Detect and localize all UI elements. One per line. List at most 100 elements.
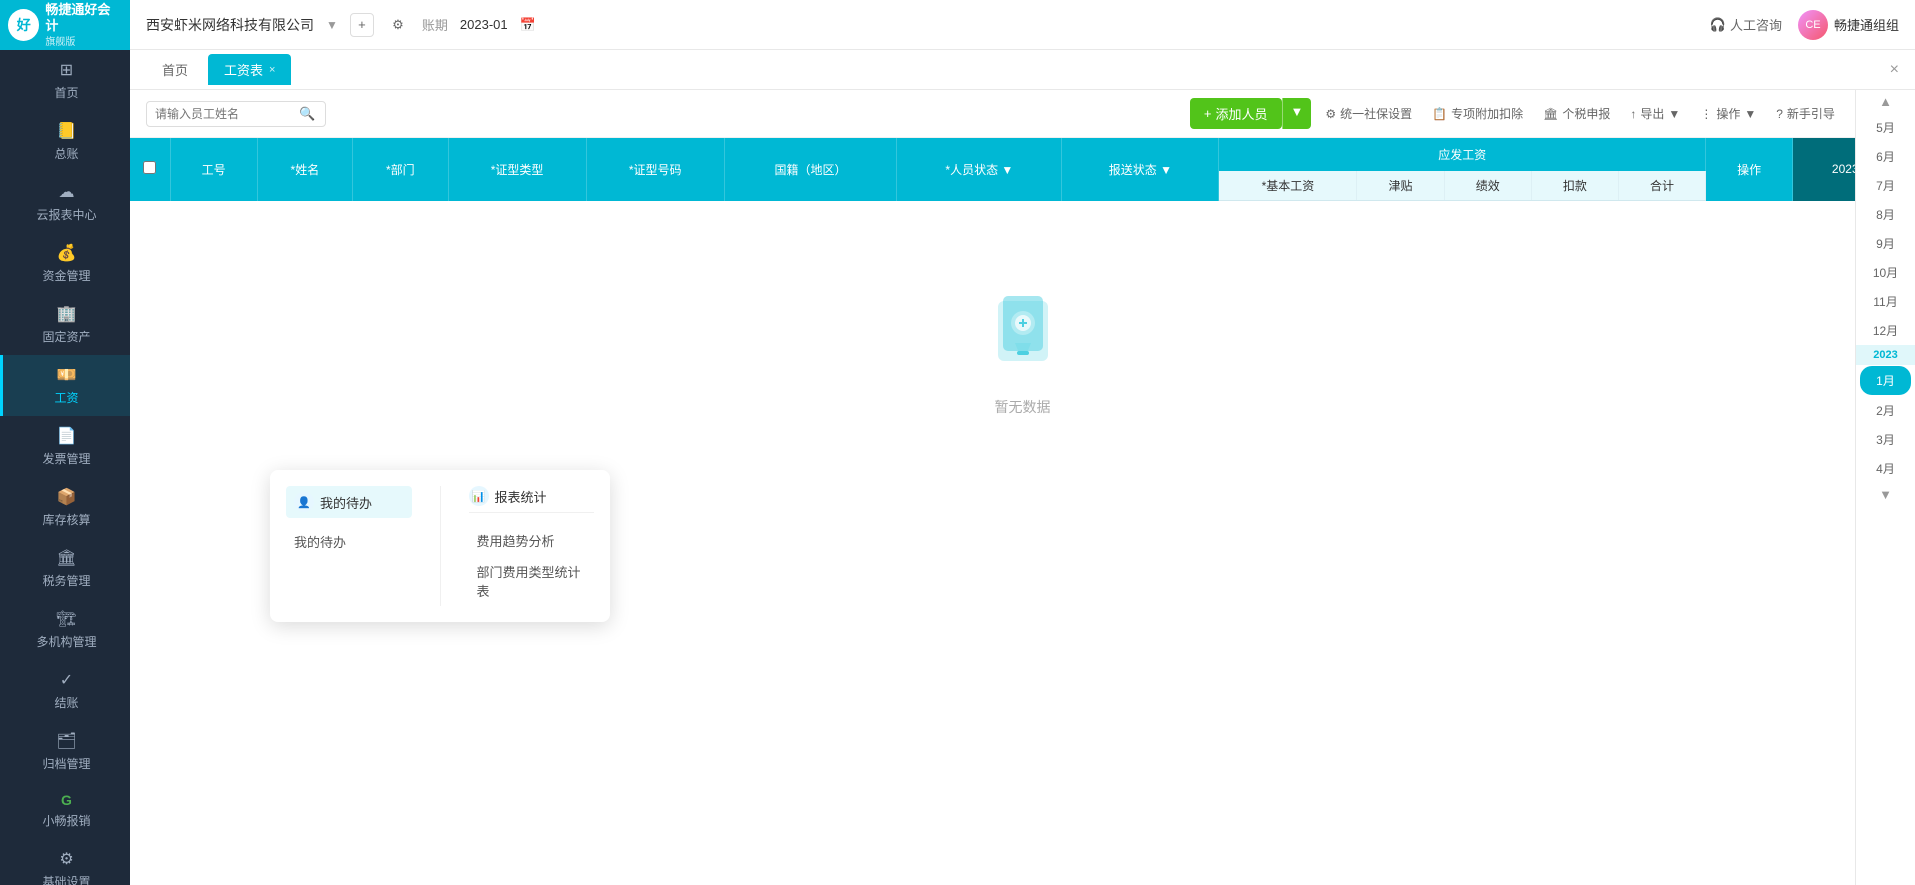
logo-text-block: 畅捷通好会计 旗舰版: [45, 2, 122, 48]
search-icon[interactable]: 🔍: [299, 106, 315, 122]
month-item-9[interactable]: 9月: [1856, 229, 1915, 258]
add-person-dropdown-arrow[interactable]: ▼: [1282, 98, 1312, 129]
sidebar-item-cloud[interactable]: ☁ 云报表中心: [0, 172, 130, 233]
salary-group-header: 应发工资: [1219, 138, 1706, 171]
tab-close-icon[interactable]: ×: [269, 64, 275, 76]
add-company-button[interactable]: +: [350, 13, 374, 37]
archive-icon: 🗂: [56, 731, 76, 751]
month-item-10[interactable]: 10月: [1856, 258, 1915, 287]
my-todo-label: 我的待办: [294, 535, 346, 550]
search-input[interactable]: [155, 107, 295, 121]
sidebar-item-label: 结账: [54, 694, 78, 711]
new-guide-button[interactable]: ? 新手引导: [1770, 101, 1841, 126]
cloud-icon: ☁: [59, 182, 75, 202]
checkout-icon: ✓: [60, 670, 73, 690]
sidebar-item-tax[interactable]: 🏛 税务管理: [0, 538, 130, 599]
month-panel: ▲ 5月 6月 7月 8月 9月 10月 11月 12月 2023 1月 2月 …: [1855, 90, 1915, 885]
operation-header: 操作: [1706, 138, 1793, 201]
sidebar-item-checkout[interactable]: ✓ 结账: [0, 660, 130, 721]
funds-icon: 💰: [57, 243, 77, 263]
month-nav-down[interactable]: ▼: [1856, 483, 1915, 506]
month-item-2[interactable]: 2月: [1856, 396, 1915, 425]
month-item-8[interactable]: 8月: [1856, 200, 1915, 229]
new-guide-icon: ?: [1776, 107, 1783, 121]
dept-expense-item[interactable]: 部门费用类型统计表: [469, 556, 595, 606]
dropdown-col-todo: 👤 我的待办 我的待办: [286, 486, 412, 606]
sidebar-item-assets[interactable]: 🏢 固定资产: [0, 294, 130, 355]
month-item-5[interactable]: 5月: [1856, 113, 1915, 142]
app-logo: 好 畅捷通好会计 旗舰版: [0, 0, 130, 50]
sidebar-item-invoice[interactable]: 📄 发票管理: [0, 416, 130, 477]
report-status-header: 报送状态 ▼: [1062, 138, 1219, 201]
total-header: 合计: [1618, 171, 1705, 201]
sidebar-item-ledger[interactable]: 📒 总账: [0, 111, 130, 172]
sidebar-item-label: 小畅报销: [42, 812, 90, 829]
deduction-header: 扣款: [1531, 171, 1618, 201]
month-item-6[interactable]: 6月: [1856, 142, 1915, 171]
special-deduct-label: 专项附加扣除: [1451, 105, 1523, 122]
month-item-12[interactable]: 12月: [1856, 316, 1915, 345]
sidebar-item-funds[interactable]: 💰 资金管理: [0, 233, 130, 294]
dropdown-todo-header[interactable]: 👤 我的待办: [286, 486, 412, 518]
sidebar-item-label: 资金管理: [42, 267, 90, 284]
add-person-btn-group: + 添加人员 ▼: [1190, 98, 1311, 129]
user-info[interactable]: CE 畅捷通组组: [1798, 10, 1899, 40]
month-item-4[interactable]: 4月: [1856, 454, 1915, 483]
sidebar-item-xiaochu[interactable]: G 小畅报销: [0, 782, 130, 839]
dropdown-menu: 👤 我的待办 我的待办 📊 报表统计 费用趋势分析: [270, 470, 610, 622]
checkbox-header[interactable]: [130, 138, 170, 201]
sidebar-item-home[interactable]: ⊞ 首页: [0, 50, 130, 111]
month-item-3[interactable]: 3月: [1856, 425, 1915, 454]
tax-icon: 🏛: [56, 548, 76, 568]
month-item-1[interactable]: 1月: [1860, 366, 1911, 395]
month-item-11[interactable]: 11月: [1856, 287, 1915, 316]
company-dropdown-arrow[interactable]: ▼: [326, 18, 338, 32]
sidebar-item-salary[interactable]: 💴 工资: [0, 355, 130, 416]
empty-text: 暂无数据: [995, 397, 1051, 417]
settings-button[interactable]: ⚙: [386, 13, 410, 37]
sidebar-item-basic[interactable]: ⚙ 基础设置: [0, 839, 130, 885]
status-filter-icon[interactable]: ▼: [1001, 163, 1013, 177]
tab-salary-table[interactable]: 工资表 ×: [208, 54, 291, 85]
multi-icon: 🏗: [56, 609, 76, 629]
sidebar-item-inventory[interactable]: 📦 库存核算: [0, 477, 130, 538]
tab-bar: 首页 工资表 × ×: [130, 50, 1915, 90]
my-todo-item[interactable]: 我的待办: [286, 526, 412, 557]
inventory-icon: 📦: [57, 487, 77, 507]
personal-tax-button[interactable]: 🏛 个税申报: [1537, 101, 1616, 126]
month-nav-up[interactable]: ▲: [1856, 90, 1915, 113]
sidebar-item-label: 工资: [54, 389, 78, 406]
ledger-icon: 📒: [57, 121, 77, 141]
sidebar-item-label: 总账: [54, 145, 78, 162]
social-insurance-button[interactable]: ⚙ 统一社保设置: [1319, 101, 1418, 126]
service-label: 人工咨询: [1730, 15, 1782, 34]
export-button[interactable]: ↑ 导出 ▼: [1624, 101, 1686, 126]
sidebar-item-multi[interactable]: 🏗 多机构管理: [0, 599, 130, 660]
sidebar-item-archive[interactable]: 🗂 归档管理: [0, 721, 130, 782]
add-person-button[interactable]: + 添加人员: [1190, 98, 1282, 129]
logo-icon: 好: [8, 9, 39, 41]
month-item-7[interactable]: 7月: [1856, 171, 1915, 200]
tab-home-label: 首页: [162, 63, 188, 78]
export-icon: ↑: [1630, 107, 1636, 121]
operations-dropdown-icon: ▼: [1744, 107, 1756, 121]
select-all-checkbox[interactable]: [143, 161, 156, 174]
report-filter-icon[interactable]: ▼: [1160, 163, 1172, 177]
period-value: 2023-01: [460, 17, 508, 32]
main-area: 西安虾米网络科技有限公司 ▼ + ⚙ 账期 2023-01 📅 🎧 人工咨询 C…: [130, 0, 1915, 885]
personal-tax-icon: 🏛: [1543, 107, 1558, 121]
service-button[interactable]: 🎧 人工咨询: [1710, 15, 1782, 34]
dropdown-reports-header[interactable]: 📊 报表统计: [469, 486, 595, 513]
sidebar-item-label: 基础设置: [42, 873, 90, 885]
empty-icon: [973, 281, 1073, 381]
social-insurance-icon: ⚙: [1325, 107, 1336, 121]
period-calendar-icon[interactable]: 📅: [520, 17, 536, 33]
expense-trend-item[interactable]: 费用趋势分析: [469, 525, 595, 556]
personal-tax-label: 个税申报: [1562, 105, 1610, 122]
special-deduct-button[interactable]: 📋 专项附加扣除: [1426, 101, 1529, 126]
tab-home[interactable]: 首页: [146, 54, 204, 85]
window-close-button[interactable]: ×: [1890, 61, 1899, 79]
header-right: 🎧 人工咨询 CE 畅捷通组组: [1710, 10, 1899, 40]
empty-state: 暂无数据: [130, 201, 1915, 497]
operations-button[interactable]: ⋮ 操作 ▼: [1694, 101, 1762, 126]
